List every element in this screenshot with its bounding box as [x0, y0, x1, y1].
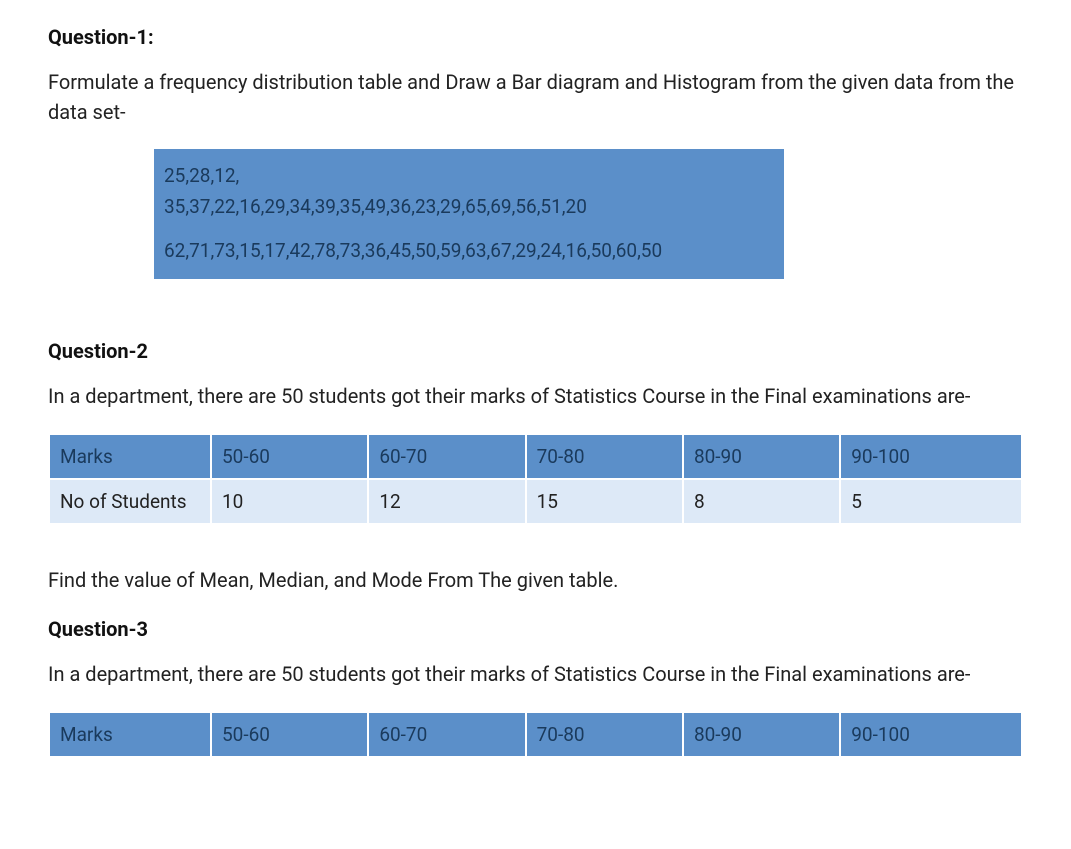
q3-text: In a department, there are 50 students g…	[48, 659, 1023, 689]
q3-title: Question-3	[48, 617, 1023, 641]
q1-text: Formulate a frequency distribution table…	[48, 67, 1023, 127]
q2-header-4: 80-90	[684, 435, 839, 478]
table-row: Marks 50-60 60-70 70-80 80-90 90-100	[50, 713, 1021, 756]
q2-table: Marks 50-60 60-70 70-80 80-90 90-100 No …	[48, 433, 1023, 525]
q2-header-2: 60-70	[369, 435, 524, 478]
q3-header-3: 70-80	[527, 713, 682, 756]
q2-followup: Find the value of Mean, Median, and Mode…	[48, 565, 1023, 595]
q1-title: Question-1:	[48, 25, 1023, 49]
q3-header-1: 50-60	[212, 713, 367, 756]
q2-val-3: 15	[527, 480, 682, 523]
q3-table: Marks 50-60 60-70 70-80 80-90 90-100	[48, 711, 1023, 758]
q2-val-4: 8	[684, 480, 839, 523]
q1-data-line-3: 62,71,73,15,17,42,78,73,36,45,50,59,63,6…	[164, 236, 774, 267]
q1-data-line-1: 25,28,12,	[164, 161, 774, 192]
q3-header-marks: Marks	[50, 713, 210, 756]
q1-data-line-2: 35,37,22,16,29,34,39,35,49,36,23,29,65,6…	[164, 192, 774, 223]
q2-row-label: No of Students	[50, 480, 210, 523]
q3-header-5: 90-100	[841, 713, 1021, 756]
q2-header-5: 90-100	[841, 435, 1021, 478]
q2-val-2: 12	[369, 480, 524, 523]
q3-header-2: 60-70	[369, 713, 524, 756]
q2-val-1: 10	[212, 480, 367, 523]
q3-header-4: 80-90	[684, 713, 839, 756]
q2-header-3: 70-80	[527, 435, 682, 478]
table-row: Marks 50-60 60-70 70-80 80-90 90-100	[50, 435, 1021, 478]
q2-header-marks: Marks	[50, 435, 210, 478]
q1-data-block: 25,28,12, 35,37,22,16,29,34,39,35,49,36,…	[154, 149, 784, 279]
q2-text: In a department, there are 50 students g…	[48, 381, 1023, 411]
q2-header-1: 50-60	[212, 435, 367, 478]
q2-val-5: 5	[841, 480, 1021, 523]
q2-title: Question-2	[48, 339, 1023, 363]
table-row: No of Students 10 12 15 8 5	[50, 480, 1021, 523]
